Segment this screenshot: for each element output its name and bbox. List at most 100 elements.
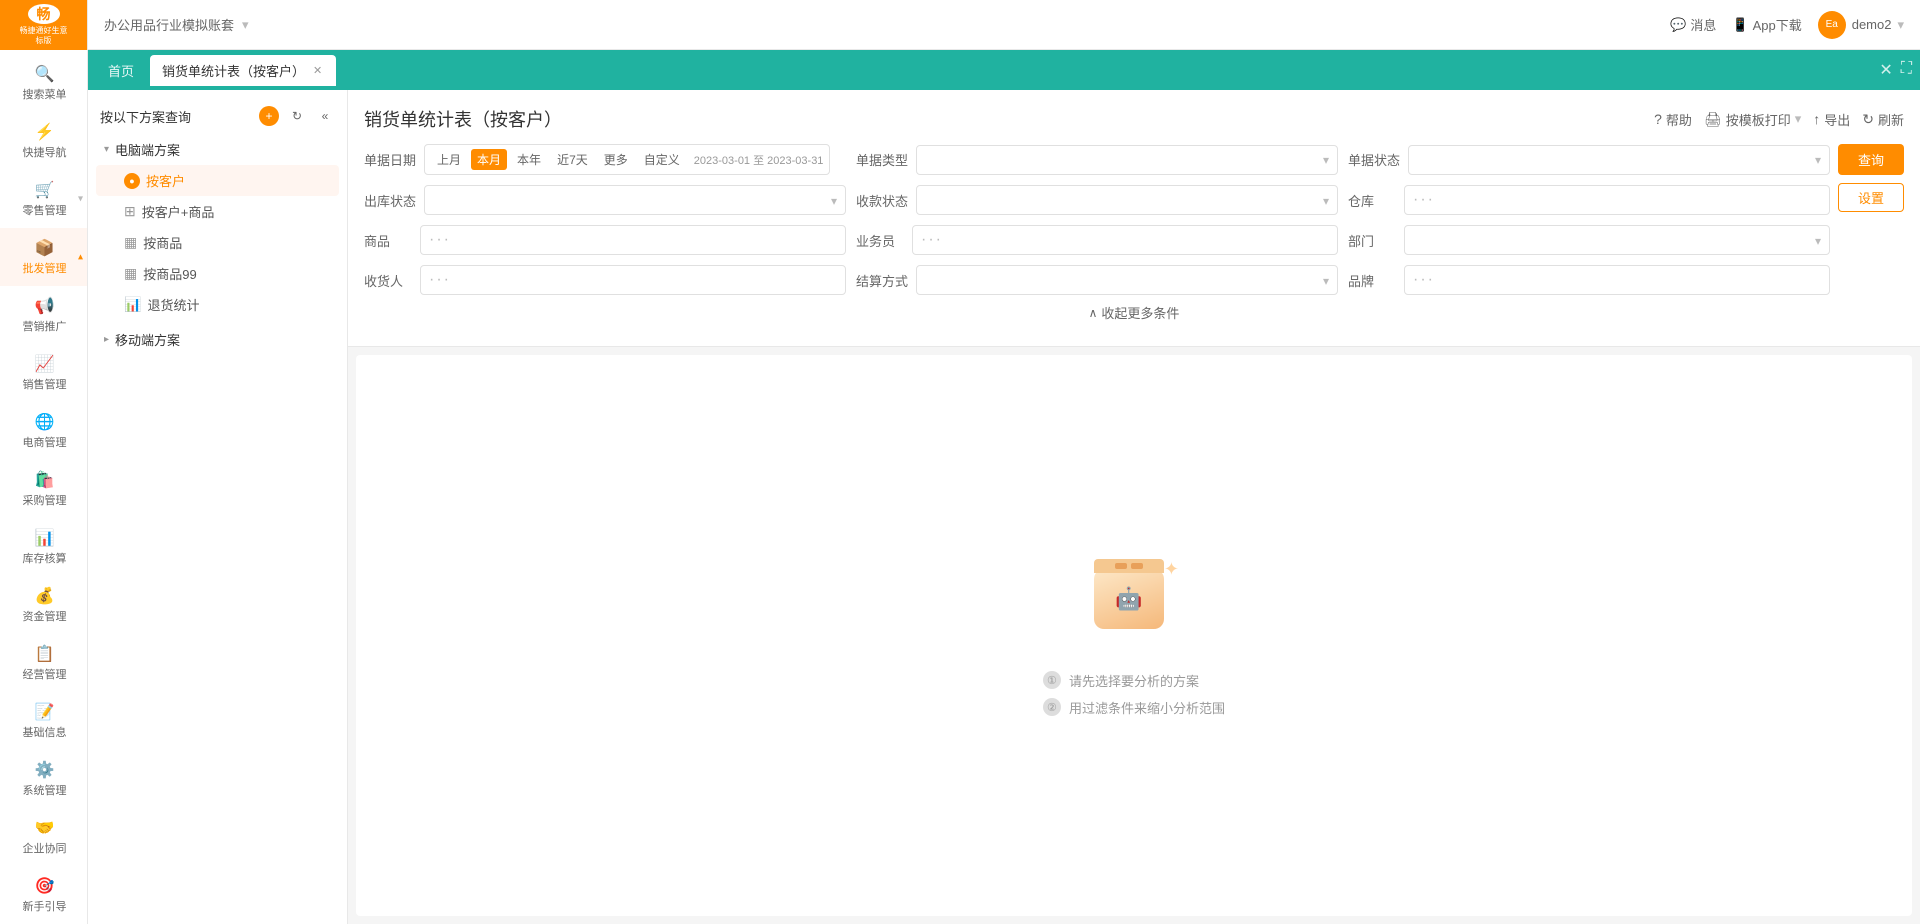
query-button[interactable]: 查询 — [1838, 144, 1904, 175]
help-button[interactable]: ? 帮助 — [1654, 110, 1692, 129]
payment-status-dropdown-icon — [1323, 193, 1329, 208]
tab-close-all-icon[interactable]: ✕ — [1879, 60, 1892, 80]
salesperson-field[interactable]: ··· — [912, 225, 1338, 255]
message-icon: 💬 — [1670, 17, 1686, 33]
export-button[interactable]: ↑ 导出 — [1813, 110, 1850, 129]
sidebar-item-enterprise[interactable]: 🤝 企业协同 — [0, 808, 87, 866]
date-filter-row: 单据日期 上月 本月 本年 近7天 更多 自定义 2023-03-01 至 20… — [364, 144, 846, 175]
brand-field[interactable]: ··· — [1404, 265, 1830, 295]
this-month-btn[interactable]: 本月 — [471, 149, 507, 170]
sidebar-item-wholesale[interactable]: 📦 批发管理 ▴ — [0, 228, 87, 286]
order-type-row: 单据类型 — [856, 144, 1338, 175]
custom-btn[interactable]: 自定义 — [638, 149, 686, 170]
refresh-button[interactable]: ↻ 刷新 — [1862, 110, 1904, 129]
scheme-collapse-button[interactable]: « — [315, 106, 335, 126]
app-title-dropdown-icon[interactable]: ▾ — [242, 17, 249, 33]
department-row: 部门 — [1348, 225, 1830, 255]
tree-item-by-customer[interactable]: ● 按客户 — [96, 165, 339, 196]
page-title: 销货单统计表（按客户） — [364, 106, 562, 132]
tip-num-1: ① — [1043, 671, 1061, 689]
sidebar-item-operation[interactable]: 📋 经营管理 — [0, 634, 87, 692]
sidebar-item-finance[interactable]: 💰 资金管理 — [0, 576, 87, 634]
sidebar-item-basic[interactable]: 📝 基础信息 — [0, 692, 87, 750]
last-month-btn[interactable]: 上月 — [431, 149, 467, 170]
last-7-btn[interactable]: 近7天 — [551, 149, 594, 170]
tree-expand-mobile-icon: ▸ — [104, 334, 109, 345]
tab-maximize-icon[interactable]: ⛶ — [1901, 60, 1912, 80]
out-status-field[interactable] — [424, 185, 846, 215]
payment-status-field[interactable] — [916, 185, 1338, 215]
filter-row-4: 收货人 ··· 结算方式 — [364, 265, 1830, 295]
out-status-label: 出库状态 — [364, 191, 416, 210]
date-range-text: 2023-03-01 至 2023-03-31 — [694, 152, 824, 168]
home-tab-label: 首页 — [108, 61, 134, 80]
return-stat-icon: 📊 — [124, 296, 141, 313]
sidebar-item-marketing[interactable]: 📢 营销推广 — [0, 286, 87, 344]
order-status-label: 单据状态 — [1348, 150, 1400, 169]
goods-field[interactable]: ··· — [420, 225, 846, 255]
tab-close-icon[interactable]: ✕ — [311, 64, 324, 77]
scheme-add-button[interactable]: + — [259, 106, 279, 126]
wholesale-arrow-icon: ▴ — [78, 252, 83, 263]
order-status-dropdown-icon — [1815, 152, 1821, 167]
tab-sales-stat[interactable]: 销货单统计表（按客户） ✕ — [150, 55, 336, 86]
more-btn[interactable]: 更多 — [598, 149, 634, 170]
scheme-refresh-button[interactable]: ↻ — [287, 106, 307, 126]
date-filter[interactable]: 上月 本月 本年 近7天 更多 自定义 2023-03-01 至 2023-03… — [424, 144, 830, 175]
brand-row: 品牌 ··· — [1348, 265, 1830, 295]
tree-group-pc-label: 电脑端方案 — [115, 140, 331, 159]
search-icon: 🔍 — [35, 64, 55, 84]
template-print-button[interactable]: 🖨 按模板打印 ▾ — [1704, 110, 1801, 129]
sidebar-item-ecommerce[interactable]: 🌐 电商管理 — [0, 402, 87, 460]
sidebar-item-quick-nav[interactable]: ⚡ 快捷导航 — [0, 112, 87, 170]
receiver-field[interactable]: ··· — [420, 265, 846, 295]
tree-item-by-goods-99[interactable]: ▦ 按商品99 — [96, 258, 339, 289]
content-area: 按以下方案查询 + ↻ « ▾ 电脑端方案 — [88, 90, 1920, 924]
sidebar-item-purchase[interactable]: 🛍️ 采购管理 — [0, 460, 87, 518]
marketing-icon: 📢 — [35, 296, 55, 316]
tree-item-by-goods[interactable]: ▦ 按商品 — [96, 227, 339, 258]
settlement-dropdown-icon — [1323, 273, 1329, 288]
sidebar-item-newbie[interactable]: 🎯 新手引导 — [0, 866, 87, 924]
order-type-field[interactable] — [916, 145, 1338, 175]
scheme-tree: ▾ 电脑端方案 ● 按客户 ⊞ 按客户+商品 ▦ 按商品 — [88, 134, 347, 355]
order-status-row: 单据状态 — [1348, 144, 1830, 175]
basic-icon: 📝 — [35, 702, 55, 722]
receiver-label: 收货人 — [364, 271, 412, 290]
system-icon: ⚙️ — [35, 760, 55, 780]
user-menu[interactable]: Ea demo2 ▾ — [1818, 11, 1904, 39]
order-status-field[interactable] — [1408, 145, 1830, 175]
tree-group-pc-header[interactable]: ▾ 电脑端方案 — [96, 134, 339, 165]
sidebar-item-inventory[interactable]: 📊 库存核算 — [0, 518, 87, 576]
department-field[interactable] — [1404, 225, 1830, 255]
warehouse-field[interactable]: ··· — [1404, 185, 1830, 215]
settlement-label: 结算方式 — [856, 271, 908, 290]
tree-group-mobile-header[interactable]: ▸ 移动端方案 — [96, 324, 339, 355]
tree-item-return-stat[interactable]: 📊 退货统计 — [96, 289, 339, 320]
scheme-header: 按以下方案查询 + ↻ « — [88, 98, 347, 134]
setting-button[interactable]: 设置 — [1838, 183, 1904, 212]
sidebar-item-search[interactable]: 🔍 搜索菜单 — [0, 54, 87, 112]
salesperson-label: 业务员 — [856, 231, 904, 250]
sidebar-item-system[interactable]: ⚙️ 系统管理 — [0, 750, 87, 808]
department-label: 部门 — [1348, 231, 1396, 250]
sidebar-item-sales[interactable]: 📈 销售管理 — [0, 344, 87, 402]
page-title-row: 销货单统计表（按客户） ? 帮助 🖨 按模板打印 ▾ ↑ — [364, 106, 1904, 132]
message-button[interactable]: 💬 消息 — [1670, 15, 1716, 34]
payment-status-label: 收款状态 — [856, 191, 908, 210]
tree-item-by-customer-goods[interactable]: ⊞ 按客户+商品 — [96, 196, 339, 227]
app-download-button[interactable]: 📱 App下载 — [1732, 15, 1801, 34]
scheme-panel: 按以下方案查询 + ↻ « ▾ 电脑端方案 — [88, 90, 348, 924]
app-title: 办公用品行业模拟账套 — [104, 15, 234, 34]
warehouse-row: 仓库 ··· — [1348, 185, 1830, 215]
sidebar-item-retail[interactable]: 🛒 零售管理 ▾ — [0, 170, 87, 228]
print-dropdown-icon: ▾ — [1795, 111, 1802, 127]
tab-home[interactable]: 首页 — [96, 55, 146, 86]
collapse-bar[interactable]: ∧ 收起更多条件 — [364, 295, 1904, 330]
sales-stat-tab-label: 销货单统计表（按客户） — [162, 61, 305, 80]
filter-rows: 单据日期 上月 本月 本年 近7天 更多 自定义 2023-03-01 至 20… — [364, 144, 1830, 295]
this-year-btn[interactable]: 本年 — [511, 149, 547, 170]
out-status-dropdown-icon — [831, 193, 837, 208]
settlement-field[interactable] — [916, 265, 1338, 295]
tip-num-2: ② — [1043, 698, 1061, 716]
